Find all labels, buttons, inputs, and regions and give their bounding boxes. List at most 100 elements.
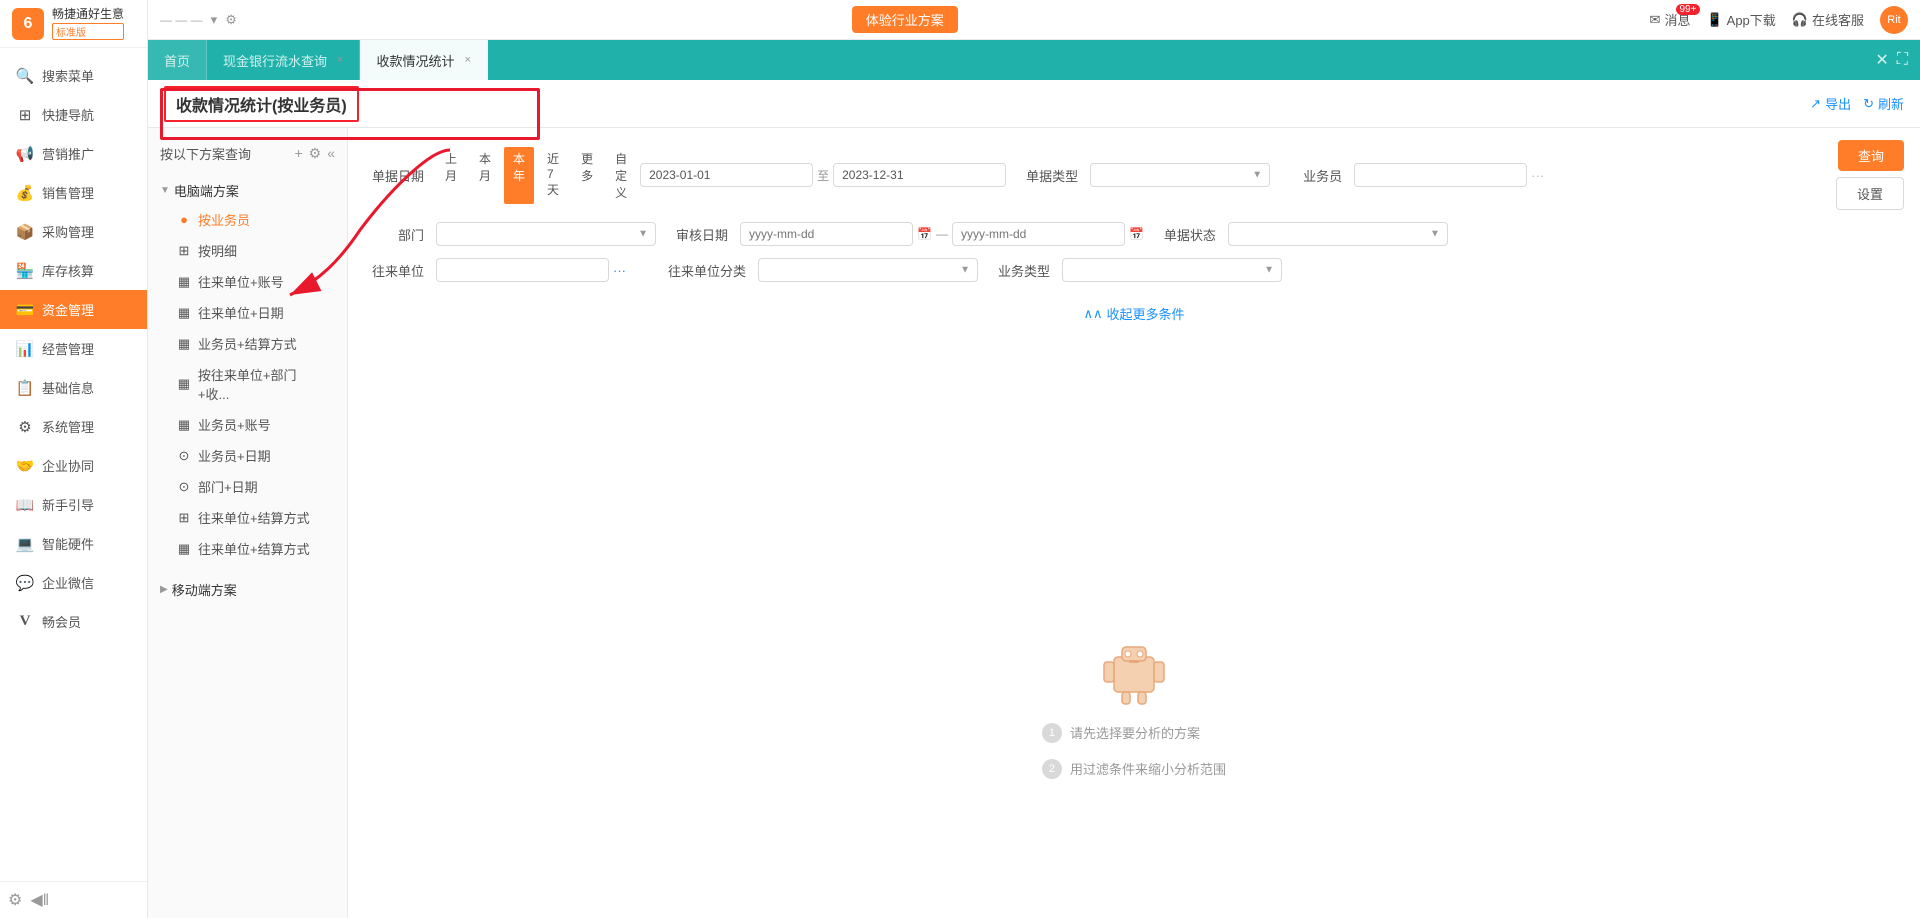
query-button[interactable]: 查询 bbox=[1838, 140, 1904, 171]
fp-item-salesman-date[interactable]: ⊙ 业务员+日期 bbox=[160, 440, 335, 471]
sidebar-item-finance[interactable]: 💳 资金管理 bbox=[0, 290, 147, 329]
dept-select[interactable] bbox=[436, 222, 656, 246]
tab-receipt-stats[interactable]: 收款情况统计 × bbox=[360, 40, 487, 80]
fp-mobile-header[interactable]: ▶ 移动端方案 bbox=[160, 576, 335, 603]
fp-item-unit-settle2[interactable]: ▦ 往来单位+结算方式 bbox=[160, 533, 335, 564]
tab-bank-flow[interactable]: 现金银行流水查询 × bbox=[207, 40, 360, 80]
collapse-bar[interactable]: ∧∧ 收起更多条件 bbox=[364, 294, 1904, 333]
gear-icon[interactable]: ⚙ bbox=[225, 12, 237, 28]
fp-item-salesman-account[interactable]: ▦ 业务员+账号 bbox=[160, 409, 335, 440]
tab-close-all-icon[interactable]: ✕ bbox=[1875, 50, 1888, 70]
sidebar-item-purchase[interactable]: 📦 采购管理 bbox=[0, 212, 147, 251]
sidebar-item-hardware[interactable]: 💻 智能硬件 bbox=[0, 524, 147, 563]
counterpart-dots[interactable]: ··· bbox=[613, 263, 626, 278]
counterpart-category-select[interactable] bbox=[758, 258, 978, 282]
collapse-sidebar-icon[interactable]: ◀‖ bbox=[30, 890, 49, 910]
page-header: 收款情况统计(按业务员) ↗ 导出 ↻ 刷新 bbox=[148, 80, 1920, 128]
date-tab-this-year[interactable]: 本年 bbox=[504, 147, 534, 204]
sidebar-item-system[interactable]: ⚙ 系统管理 bbox=[0, 407, 147, 446]
review-date-start[interactable] bbox=[740, 222, 913, 246]
date-label: 单据日期 bbox=[364, 166, 424, 185]
fp-item-unit-dept-recv[interactable]: ▦ 按往来单位+部门+收... bbox=[160, 359, 335, 409]
date-tab-more[interactable]: 更多 bbox=[572, 147, 602, 204]
date-tab-custom[interactable]: 自定义 bbox=[606, 147, 636, 204]
bill-type-select-wrapper bbox=[1090, 163, 1270, 187]
fp-item-detail[interactable]: ⊞ 按明细 bbox=[160, 235, 335, 266]
fp-item-unit-settle1[interactable]: ⊞ 往来单位+结算方式 bbox=[160, 502, 335, 533]
tab-bank-flow-label: 现金银行流水查询 bbox=[223, 51, 327, 70]
sidebar-item-vip[interactable]: V 畅会员 bbox=[0, 602, 147, 641]
date-end-input[interactable] bbox=[833, 163, 1006, 187]
empty-state: 1 请先选择要分析的方案 2 用过滤条件来缩小分析范围 bbox=[348, 495, 1920, 918]
review-date-end[interactable] bbox=[952, 222, 1125, 246]
fp-item-dept-date[interactable]: ⊙ 部门+日期 bbox=[160, 471, 335, 502]
step-2-num: 2 bbox=[1042, 759, 1062, 779]
sidebar-item-wechat[interactable]: 💬 企业微信 bbox=[0, 563, 147, 602]
online-service-button[interactable]: 🎧 在线客服 bbox=[1792, 10, 1864, 29]
date-tab-7days[interactable]: 近7天 bbox=[538, 147, 568, 204]
filter-settings-btn[interactable]: ⚙ bbox=[309, 145, 322, 162]
settings-button[interactable]: 设置 bbox=[1836, 177, 1904, 210]
sidebar-item-guide[interactable]: 📖 新手引导 bbox=[0, 485, 147, 524]
sidebar-item-quicknav[interactable]: ⊞ 快捷导航 bbox=[0, 95, 147, 134]
bill-type-select[interactable] bbox=[1090, 163, 1270, 187]
guide-icon: 📖 bbox=[16, 496, 34, 514]
trial-button[interactable]: 体验行业方案 bbox=[852, 6, 958, 33]
fp-item-unit-date-label: 往来单位+日期 bbox=[198, 303, 284, 322]
fp-item-unit-dept-recv-label: 按往来单位+部门+收... bbox=[198, 365, 327, 403]
sidebar-item-sales[interactable]: 💰 销售管理 bbox=[0, 173, 147, 212]
fp-item-salesman-settle[interactable]: ▦ 业务员+结算方式 bbox=[160, 328, 335, 359]
sidebar-item-search[interactable]: 🔍 搜索菜单 bbox=[0, 56, 147, 95]
business-type-select[interactable] bbox=[1062, 258, 1282, 282]
tab-home[interactable]: 首页 bbox=[148, 40, 207, 80]
bill-status-select[interactable] bbox=[1228, 222, 1448, 246]
dropdown-arrow-icon[interactable]: ▾ bbox=[211, 12, 218, 28]
tab-receipt-stats-close[interactable]: × bbox=[464, 54, 470, 66]
sidebar-item-marketing[interactable]: 📢 营销推广 bbox=[0, 134, 147, 173]
fp-item-dept-date-label: 部门+日期 bbox=[198, 477, 258, 496]
tab-bank-flow-close[interactable]: × bbox=[337, 54, 343, 66]
calendar-icon-2[interactable]: 📅 bbox=[1129, 227, 1144, 241]
salesman-label: 业务员 bbox=[1282, 166, 1342, 185]
export-button[interactable]: ↗ 导出 bbox=[1810, 94, 1851, 113]
sidebar-item-operation[interactable]: 📊 经营管理 bbox=[0, 329, 147, 368]
calendar-icon-1[interactable]: 📅 bbox=[917, 227, 932, 241]
settings-bottom-icon[interactable]: ⚙ bbox=[8, 890, 22, 910]
salesman-settle-icon: ▦ bbox=[176, 336, 192, 352]
date-start-input[interactable] bbox=[640, 163, 813, 187]
counterpart-input[interactable] bbox=[436, 258, 609, 282]
export-label: 导出 bbox=[1825, 94, 1851, 113]
fp-item-unit-date[interactable]: ▦ 往来单位+日期 bbox=[160, 297, 335, 328]
fp-desktop-header[interactable]: ▼ 电脑端方案 bbox=[160, 177, 335, 204]
sidebar-item-inventory[interactable]: 🏪 库存核算 bbox=[0, 251, 147, 290]
sidebar-item-collab[interactable]: 🤝 企业协同 bbox=[0, 446, 147, 485]
user-avatar[interactable]: Rit bbox=[1880, 6, 1908, 34]
salesman-dots[interactable]: ··· bbox=[1531, 168, 1544, 183]
finance-icon: 💳 bbox=[16, 301, 34, 319]
message-button[interactable]: ✉ 消息 99+ bbox=[1650, 10, 1691, 29]
tab-expand-icon[interactable]: ⛶ bbox=[1897, 51, 1908, 69]
date-tab-last-month[interactable]: 上月 bbox=[436, 147, 466, 204]
date-separator: 至 bbox=[817, 167, 829, 184]
unit-account-icon: ▦ bbox=[176, 274, 192, 290]
empty-robot-icon bbox=[1094, 627, 1174, 707]
sidebar-item-basic[interactable]: 📋 基础信息 bbox=[0, 368, 147, 407]
sidebar-nav: 🔍 搜索菜单 ⊞ 快捷导航 📢 营销推广 💰 销售管理 📦 采购管理 🏪 库存核… bbox=[0, 48, 147, 881]
sidebar-item-operation-label: 经营管理 bbox=[42, 339, 94, 358]
fp-item-unit-settle2-label: 往来单位+结算方式 bbox=[198, 539, 310, 558]
app-download-button[interactable]: 📱 App下载 bbox=[1706, 10, 1775, 29]
salesman-input[interactable] bbox=[1354, 163, 1527, 187]
fp-item-unit-account[interactable]: ▦ 往来单位+账号 bbox=[160, 266, 335, 297]
filter-add-btn[interactable]: + bbox=[294, 145, 302, 162]
fp-item-unit-settle1-label: 往来单位+结算方式 bbox=[198, 508, 310, 527]
tab-home-label: 首页 bbox=[164, 51, 190, 70]
service-label: 在线客服 bbox=[1812, 10, 1864, 29]
filter-collapse-btn[interactable]: « bbox=[327, 145, 335, 162]
refresh-button[interactable]: ↻ 刷新 bbox=[1863, 94, 1904, 113]
search-menu-icon: 🔍 bbox=[16, 67, 34, 85]
date-tab-this-month[interactable]: 本月 bbox=[470, 147, 500, 204]
message-icon: ✉ bbox=[1650, 12, 1661, 28]
bill-status-label: 单据状态 bbox=[1156, 225, 1216, 244]
fp-item-by-salesman[interactable]: ● 按业务员 bbox=[160, 204, 335, 235]
sidebar-item-vip-label: 畅会员 bbox=[42, 612, 81, 631]
